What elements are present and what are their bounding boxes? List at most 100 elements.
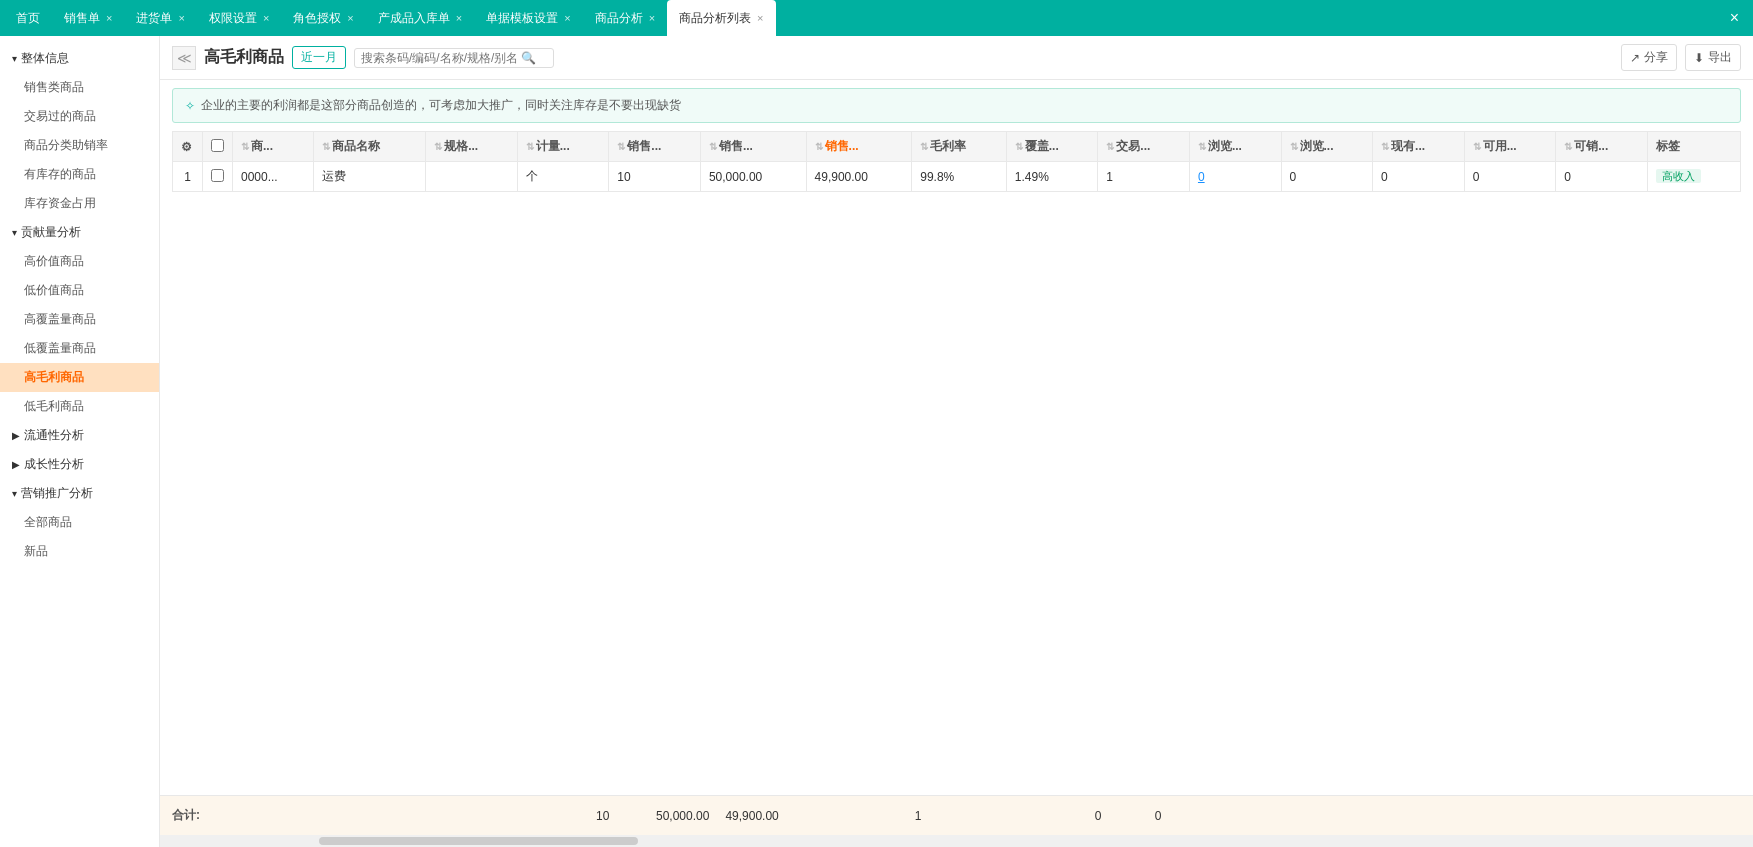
- share-label: 分享: [1644, 49, 1668, 66]
- col-sales2[interactable]: ⇅销售...: [700, 132, 806, 162]
- row-available: 0: [1464, 162, 1556, 192]
- col-gross-rate[interactable]: ⇅毛利率: [912, 132, 1007, 162]
- table-body: 1 0000... 运费 个 10 50,000.00 49,900.00 99…: [173, 162, 1741, 192]
- tab-product-entry-close[interactable]: ×: [456, 12, 462, 24]
- sidebar-group-growth[interactable]: ▶ 成长性分析: [0, 450, 159, 479]
- sidebar-item-new-goods[interactable]: 新品: [0, 537, 159, 566]
- col-tag: 标签: [1647, 132, 1740, 162]
- col-sellable[interactable]: ⇅可销...: [1556, 132, 1648, 162]
- sidebar-group-marketing[interactable]: ▾ 营销推广分析: [0, 479, 159, 508]
- tab-sales-close[interactable]: ×: [106, 12, 112, 24]
- tab-analysis-list-close[interactable]: ×: [757, 12, 763, 24]
- tab-template[interactable]: 单据模板设置 ×: [474, 0, 582, 36]
- arrow-contribution: ▾: [12, 227, 17, 238]
- sidebar-group-overall[interactable]: ▾ 整体信息: [0, 44, 159, 73]
- table-footer: 合计: 10 50,000.00 49,900.00 1 0 0: [160, 795, 1753, 835]
- data-table: ⚙ ⇅商... ⇅商品名称 ⇅规格... ⇅计量... ⇅销售... ⇅销售..…: [172, 131, 1741, 192]
- sidebar-group-liquidity-label: 流通性分析: [24, 427, 84, 444]
- footer-sales2: 50,000.00: [648, 809, 717, 823]
- col-checkbox: [203, 132, 233, 162]
- col-browse1[interactable]: ⇅浏览...: [1189, 132, 1281, 162]
- tab-permissions[interactable]: 权限设置 ×: [197, 0, 281, 36]
- sidebar-group-liquidity[interactable]: ▶ 流通性分析: [0, 421, 159, 450]
- search-icon[interactable]: 🔍: [521, 51, 536, 65]
- sidebar-group-contribution-label: 贡献量分析: [21, 224, 81, 241]
- arrow-marketing: ▾: [12, 488, 17, 499]
- sidebar-item-in-stock[interactable]: 有库存的商品: [0, 160, 159, 189]
- time-filter-button[interactable]: 近一月: [292, 46, 346, 69]
- tab-permissions-close[interactable]: ×: [263, 12, 269, 24]
- row-checkbox[interactable]: [203, 162, 233, 192]
- col-available[interactable]: ⇅可用...: [1464, 132, 1556, 162]
- tab-product-analysis-close[interactable]: ×: [649, 12, 655, 24]
- sidebar-item-all-goods[interactable]: 全部商品: [0, 508, 159, 537]
- sidebar-group-overall-label: 整体信息: [21, 50, 69, 67]
- footer-spacer-1: [208, 809, 238, 823]
- tab-home[interactable]: 首页: [4, 0, 52, 36]
- footer-label: 合计:: [172, 807, 200, 824]
- tab-roles[interactable]: 角色授权 ×: [281, 0, 365, 36]
- horizontal-scrollbar[interactable]: [160, 835, 1753, 847]
- tab-product-analysis[interactable]: 商品分析 ×: [583, 0, 667, 36]
- col-settings[interactable]: ⚙: [173, 132, 203, 162]
- tab-roles-close[interactable]: ×: [347, 12, 353, 24]
- info-banner-text: 企业的主要的利润都是这部分商品创造的，可考虑加大推广，同时关注库存是不要出现缺货: [201, 97, 681, 114]
- tab-product-entry[interactable]: 产成品入库单 ×: [366, 0, 474, 36]
- row-seq: 1: [173, 162, 203, 192]
- footer-spacer-br1: [967, 809, 1027, 823]
- row-tag: 高收入: [1647, 162, 1740, 192]
- row-coverage: 1.49%: [1006, 162, 1098, 192]
- arrow-liquidity: ▶: [12, 430, 20, 441]
- tab-product-entry-label: 产成品入库单: [378, 10, 450, 27]
- tab-template-close[interactable]: ×: [564, 12, 570, 24]
- row-name: 运费: [313, 162, 426, 192]
- scrollbar-thumb[interactable]: [319, 837, 638, 845]
- sidebar-item-sales-goods[interactable]: 销售类商品: [0, 73, 159, 102]
- row-browse1[interactable]: 0: [1189, 162, 1281, 192]
- col-unit[interactable]: ⇅计量...: [517, 132, 609, 162]
- col-coverage[interactable]: ⇅覆盖...: [1006, 132, 1098, 162]
- col-current-stock[interactable]: ⇅现有...: [1373, 132, 1465, 162]
- sidebar-item-low-value[interactable]: 低价值商品: [0, 276, 159, 305]
- tab-purchase-close[interactable]: ×: [178, 12, 184, 24]
- search-input[interactable]: [361, 51, 521, 65]
- sidebar-item-traded-goods[interactable]: 交易过的商品: [0, 102, 159, 131]
- tab-analysis-list[interactable]: 商品分析列表 ×: [667, 0, 775, 36]
- sidebar-item-low-coverage[interactable]: 低覆盖量商品: [0, 334, 159, 363]
- sidebar-item-high-coverage[interactable]: 高覆盖量商品: [0, 305, 159, 334]
- share-button[interactable]: ↗ 分享: [1621, 44, 1677, 71]
- search-box: 🔍: [354, 48, 554, 68]
- row-unit: 个: [517, 162, 609, 192]
- footer-spacer-gross: [787, 809, 847, 823]
- table-container: ⚙ ⇅商... ⇅商品名称 ⇅规格... ⇅计量... ⇅销售... ⇅销售..…: [160, 131, 1753, 795]
- col-sales3[interactable]: ⇅销售...: [806, 132, 912, 162]
- col-spec[interactable]: ⇅规格...: [426, 132, 518, 162]
- row-code: 0000...: [233, 162, 314, 192]
- sidebar-item-stock-capital[interactable]: 库存资金占用: [0, 189, 159, 218]
- col-code[interactable]: ⇅商...: [233, 132, 314, 162]
- sidebar-item-high-margin[interactable]: 高毛利商品: [0, 363, 159, 392]
- sidebar-item-high-value[interactable]: 高价值商品: [0, 247, 159, 276]
- sidebar-item-category-sales-rate[interactable]: 商品分类助销率: [0, 131, 159, 160]
- row-spec: [426, 162, 518, 192]
- share-icon: ↗: [1630, 51, 1640, 65]
- tab-sales[interactable]: 销售单 ×: [52, 0, 124, 36]
- select-all-checkbox[interactable]: [211, 139, 224, 152]
- sidebar: ▾ 整体信息 销售类商品 交易过的商品 商品分类助销率 有库存的商品 库存资金占…: [0, 36, 160, 847]
- content-area: ≪ 高毛利商品 近一月 🔍 ↗ 分享 ⬇ 导出 ✧ 企业的主要的利润都是这部分商…: [160, 36, 1753, 847]
- export-button[interactable]: ⬇ 导出: [1685, 44, 1741, 71]
- sidebar-group-contribution[interactable]: ▾ 贡献量分析: [0, 218, 159, 247]
- row-sales3: 49,900.00: [806, 162, 912, 192]
- col-browse2[interactable]: ⇅浏览...: [1281, 132, 1373, 162]
- tab-purchase[interactable]: 进货单 ×: [124, 0, 196, 36]
- tab-bar: 首页 销售单 × 进货单 × 权限设置 × 角色授权 × 产成品入库单 × 单据…: [0, 0, 1753, 36]
- info-banner: ✧ 企业的主要的利润都是这部分商品创造的，可考虑加大推广，同时关注库存是不要出现…: [172, 88, 1741, 123]
- tab-home-label: 首页: [16, 10, 40, 27]
- col-transaction[interactable]: ⇅交易...: [1098, 132, 1190, 162]
- row-transaction: 1: [1098, 162, 1190, 192]
- global-close-button[interactable]: ×: [1720, 9, 1749, 27]
- collapse-sidebar-button[interactable]: ≪: [172, 46, 196, 70]
- col-sales1[interactable]: ⇅销售...: [609, 132, 701, 162]
- col-name[interactable]: ⇅商品名称: [313, 132, 426, 162]
- sidebar-item-low-margin[interactable]: 低毛利商品: [0, 392, 159, 421]
